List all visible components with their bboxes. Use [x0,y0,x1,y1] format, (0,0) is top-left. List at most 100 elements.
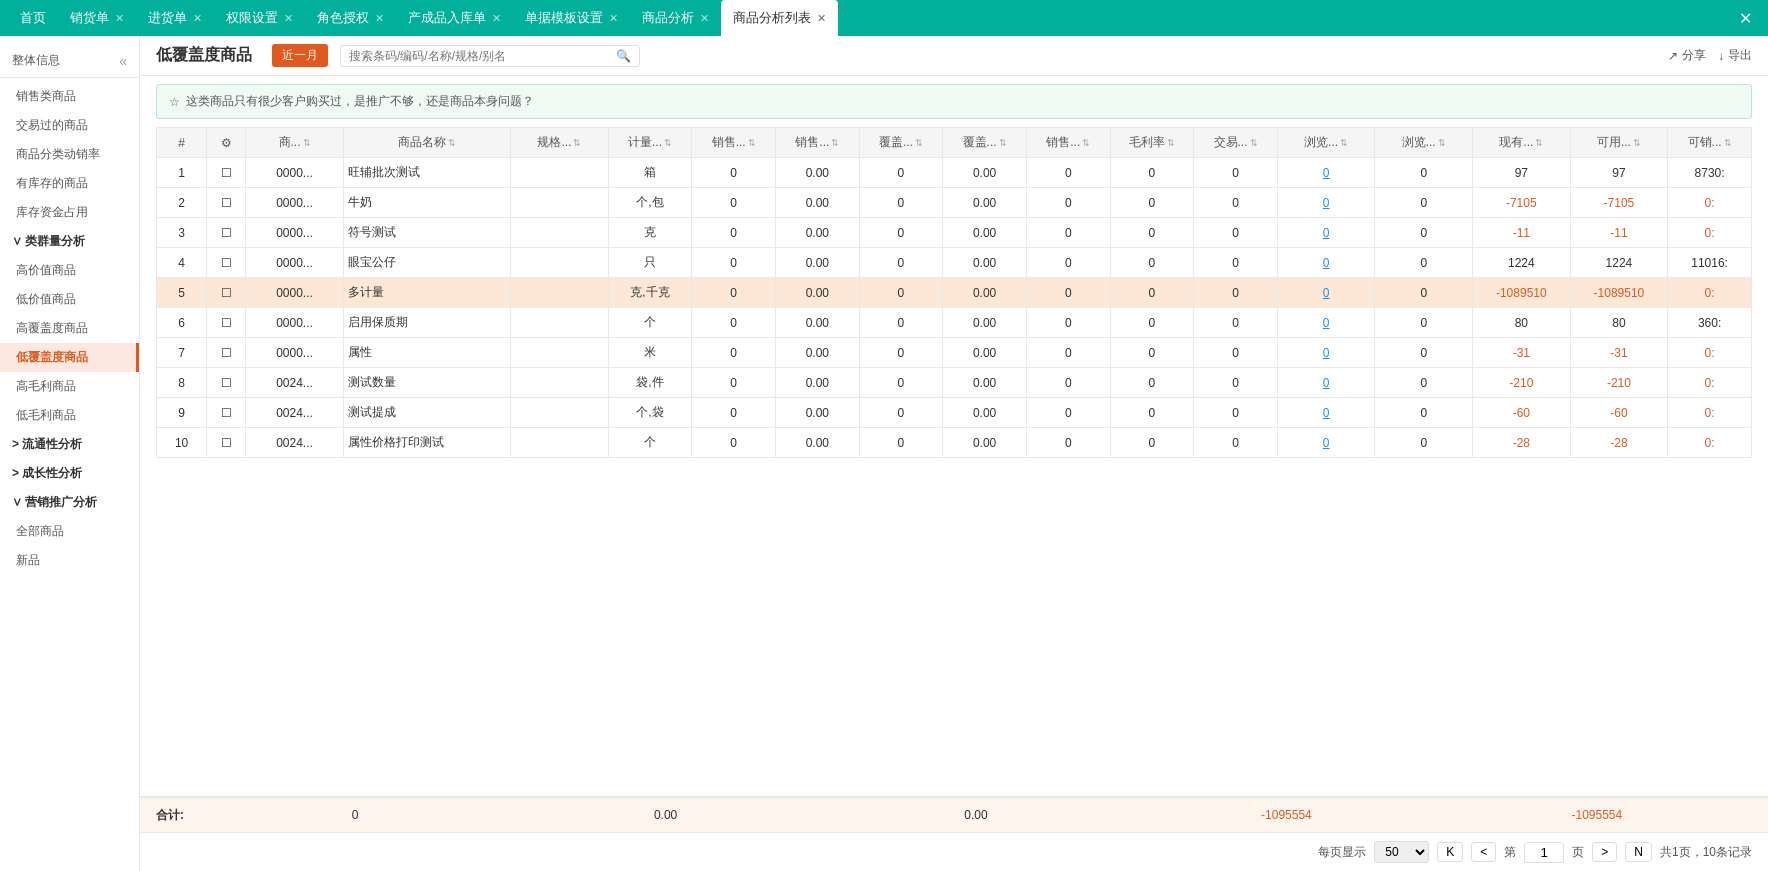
search-icon[interactable]: 🔍 [616,49,631,63]
row-checkbox[interactable]: ☐ [207,368,246,398]
col-header-current-stock[interactable]: 现有...⇅ [1473,128,1571,158]
row-cover2: 0.00 [943,428,1027,458]
row-sales-count: 0 [692,308,776,338]
row-checkbox[interactable]: ☐ [207,188,246,218]
row-checkbox[interactable]: ☐ [207,338,246,368]
page-number-input[interactable] [1524,842,1564,863]
col-header-saleable[interactable]: 可销...⇅ [1668,128,1752,158]
row-code: 0000... [246,278,344,308]
row-sales-amount: 0.00 [775,398,859,428]
col-header-sales3[interactable]: 销售...⇅ [1026,128,1110,158]
row-browse1[interactable]: 0 [1277,308,1375,338]
close-icon[interactable]: ✕ [817,12,826,25]
row-browse1[interactable]: 0 [1277,158,1375,188]
export-icon: ↓ [1718,49,1724,63]
sidebar-group-header-growth[interactable]: > 成长性分析 [0,459,139,488]
col-header-spec[interactable]: 规格...⇅ [511,128,609,158]
row-checkbox[interactable]: ☐ [207,158,246,188]
time-filter-button[interactable]: 近一月 [272,44,328,67]
nav-item-role[interactable]: 角色授权 ✕ [305,0,396,36]
sidebar-item-high-coverage[interactable]: 高覆盖度商品 [0,314,139,343]
sidebar-item-new-goods[interactable]: 新品 [0,546,139,575]
row-sales-count: 0 [692,218,776,248]
nav-item-analysis-list[interactable]: 商品分析列表 ✕ [721,0,838,36]
sidebar-item-low-margin[interactable]: 低毛利商品 [0,401,139,430]
col-header-settings[interactable]: ⚙ [207,128,246,158]
col-header-code[interactable]: 商...⇅ [246,128,344,158]
nav-item-template[interactable]: 单据模板设置 ✕ [513,0,630,36]
row-checkbox[interactable]: ☐ [207,428,246,458]
row-sales-amount: 0.00 [775,368,859,398]
close-all-button[interactable]: ✕ [1731,9,1760,28]
col-header-name[interactable]: 商品名称⇅ [343,128,510,158]
col-header-browse1[interactable]: 浏览...⇅ [1277,128,1375,158]
col-header-cover1[interactable]: 覆盖...⇅ [859,128,943,158]
col-header-browse2[interactable]: 浏览...⇅ [1375,128,1473,158]
col-header-sales-count[interactable]: 销售...⇅ [692,128,776,158]
prev-page-button[interactable]: < [1471,842,1496,862]
first-page-button[interactable]: K [1437,842,1463,862]
col-header-available[interactable]: 可用...⇅ [1570,128,1668,158]
sidebar-item-high-value[interactable]: 高价值商品 [0,256,139,285]
row-browse2: 0 [1375,308,1473,338]
nav-item-sales[interactable]: 销货单 ✕ [58,0,136,36]
row-checkbox[interactable]: ☐ [207,398,246,428]
page-size-select[interactable]: 50 100 200 [1374,841,1429,863]
row-browse1[interactable]: 0 [1277,428,1375,458]
row-gross-rate: 0 [1110,218,1194,248]
sidebar-item-low-value[interactable]: 低价值商品 [0,285,139,314]
row-checkbox[interactable]: ☐ [207,308,246,338]
col-header-unit[interactable]: 计量...⇅ [608,128,692,158]
sidebar-item-traded-goods[interactable]: 交易过的商品 [0,111,139,140]
close-icon[interactable]: ✕ [700,12,709,25]
sidebar-item-high-margin[interactable]: 高毛利商品 [0,372,139,401]
row-browse1[interactable]: 0 [1277,398,1375,428]
nav-item-permission[interactable]: 权限设置 ✕ [214,0,305,36]
nav-item-analysis[interactable]: 商品分析 ✕ [630,0,721,36]
last-page-button[interactable]: N [1625,842,1652,862]
sidebar-collapse-icon[interactable]: « [119,53,127,69]
col-header-sales-amount[interactable]: 销售...⇅ [775,128,859,158]
sidebar-item-low-coverage[interactable]: 低覆盖度商品 [0,343,139,372]
row-browse1[interactable]: 0 [1277,278,1375,308]
sidebar-item-sales-goods[interactable]: 销售类商品 [0,82,139,111]
row-browse1[interactable]: 0 [1277,188,1375,218]
nav-item-purchase[interactable]: 进货单 ✕ [136,0,214,36]
row-checkbox[interactable]: ☐ [207,278,246,308]
sidebar-item-category-rate[interactable]: 商品分类动销率 [0,140,139,169]
row-saleable: 0: [1668,278,1752,308]
nav-item-product-in[interactable]: 产成品入库单 ✕ [396,0,513,36]
close-icon[interactable]: ✕ [193,12,202,25]
sidebar-item-in-stock[interactable]: 有库存的商品 [0,169,139,198]
close-icon[interactable]: ✕ [284,12,293,25]
col-header-gross-rate[interactable]: 毛利率⇅ [1110,128,1194,158]
close-icon[interactable]: ✕ [492,12,501,25]
row-browse1[interactable]: 0 [1277,368,1375,398]
row-no: 8 [157,368,207,398]
next-page-button[interactable]: > [1592,842,1617,862]
sidebar-group-header-flow[interactable]: > 流通性分析 [0,430,139,459]
row-checkbox[interactable]: ☐ [207,248,246,278]
row-checkbox[interactable]: ☐ [207,218,246,248]
row-browse1[interactable]: 0 [1277,218,1375,248]
row-browse1[interactable]: 0 [1277,248,1375,278]
row-available: -7105 [1570,188,1668,218]
share-button[interactable]: ↗ 分享 [1668,47,1706,64]
sidebar-item-all-goods[interactable]: 全部商品 [0,517,139,546]
col-header-cover2[interactable]: 覆盖...⇅ [943,128,1027,158]
close-icon[interactable]: ✕ [609,12,618,25]
search-input[interactable] [349,49,612,63]
row-sales-count: 0 [692,158,776,188]
close-icon[interactable]: ✕ [115,12,124,25]
sidebar-group-header-marketing[interactable]: ∨ 营销推广分析 [0,488,139,517]
sidebar-item-capital[interactable]: 库存资金占用 [0,198,139,227]
nav-item-home[interactable]: 首页 [8,0,58,36]
page-title: 低覆盖度商品 [156,45,252,66]
row-browse1[interactable]: 0 [1277,338,1375,368]
export-button[interactable]: ↓ 导出 [1718,47,1752,64]
col-header-trade[interactable]: 交易...⇅ [1194,128,1278,158]
close-icon[interactable]: ✕ [375,12,384,25]
sidebar: 整体信息 « 销售类商品 交易过的商品 商品分类动销率 有库存的商品 库存资金占… [0,36,140,871]
sidebar-group-header-quantity[interactable]: ∨ 类群量分析 [0,227,139,256]
row-sales-amount: 0.00 [775,158,859,188]
